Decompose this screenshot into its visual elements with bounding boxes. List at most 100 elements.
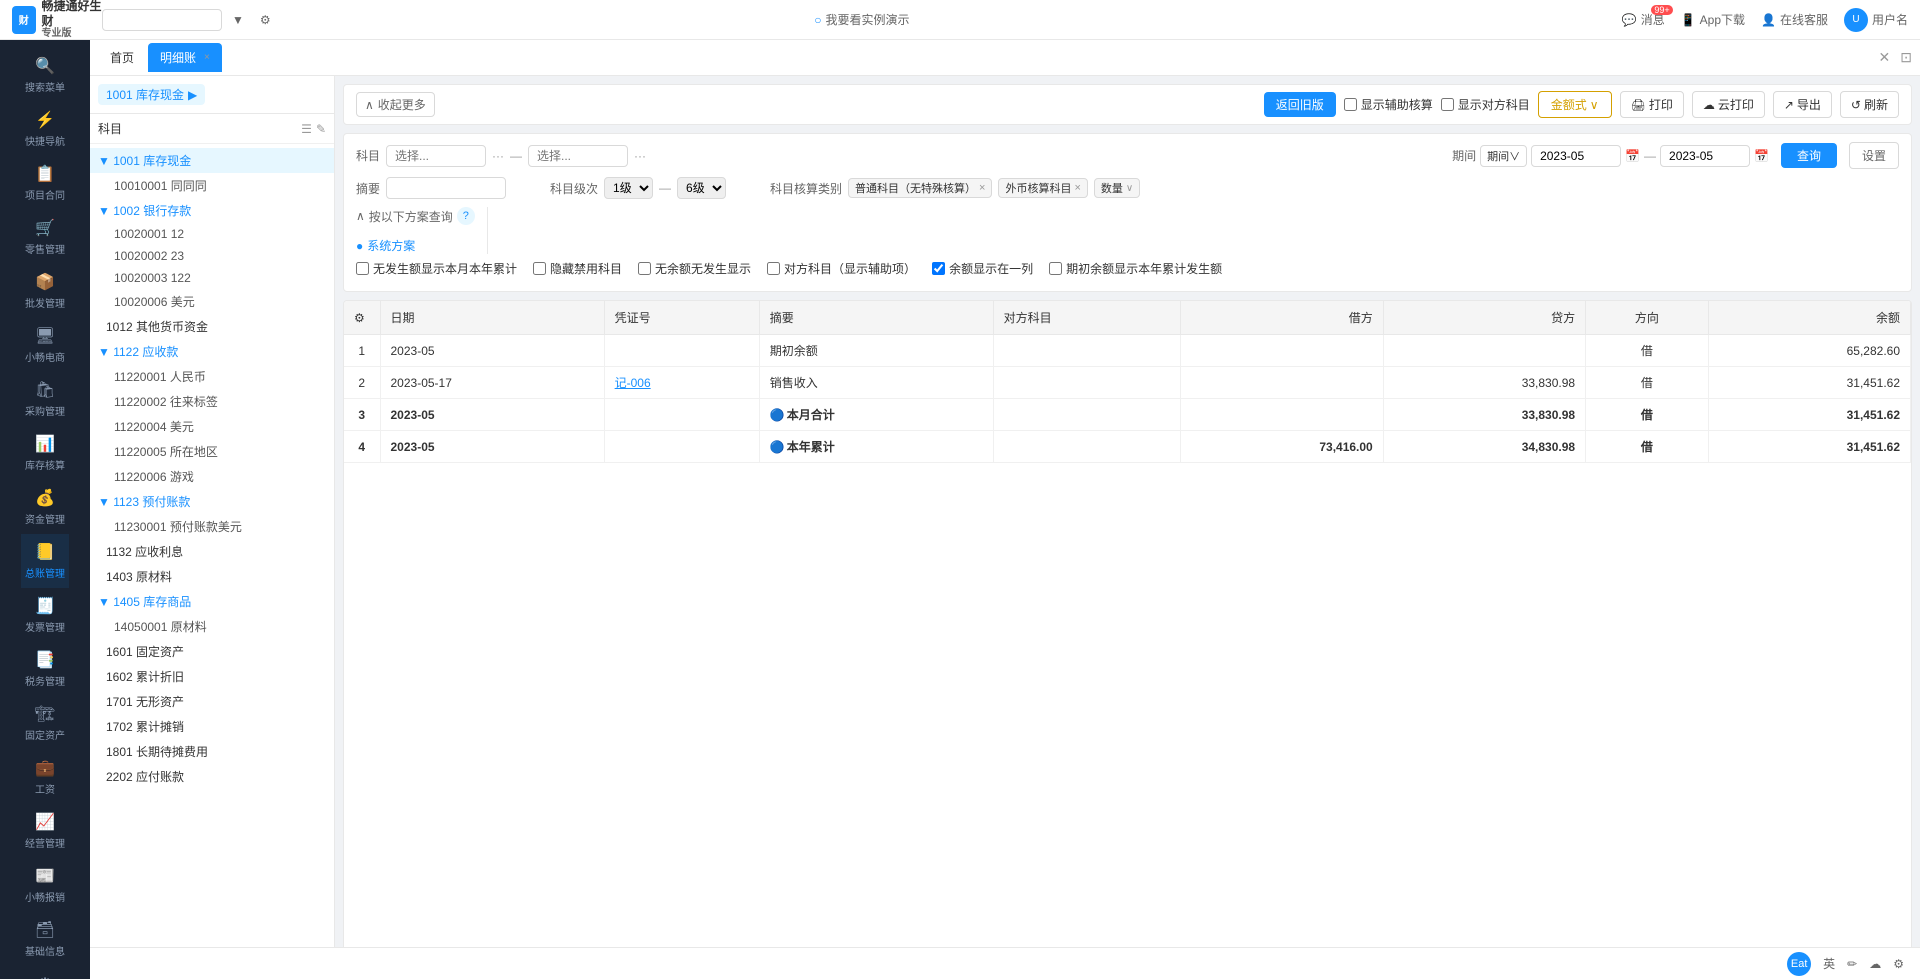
summary-input[interactable] (386, 177, 506, 199)
voucher-link-1[interactable]: 记-006 (615, 376, 651, 390)
tree-item-1002[interactable]: ▼ 1002 银行存款 (90, 198, 334, 223)
tree-item-1001[interactable]: ▼ 1001 库存现金 (90, 148, 334, 173)
tree-item-10010001[interactable]: 10010001 同同同 (90, 173, 334, 198)
level-from-select[interactable]: 1级2级3级 (604, 177, 653, 199)
subject-input2[interactable] (528, 145, 628, 167)
message-btn[interactable]: 💬 消息 99+ (1622, 11, 1665, 28)
category-tag2-close[interactable]: × (1074, 182, 1080, 194)
tree-item-1602[interactable]: 1602 累计折旧 (90, 664, 334, 689)
tree-item-14050001[interactable]: 14050001 原材料 (90, 614, 334, 639)
tabs-expand-btn[interactable]: ⊡ (1900, 49, 1912, 66)
sidebar-item-search[interactable]: 🔍 搜索菜单 (21, 48, 69, 102)
tree-item-10020001[interactable]: 10020001 12 (90, 223, 334, 245)
subject-more-btn2[interactable]: ··· (634, 149, 646, 163)
category-tag1-close[interactable]: × (979, 182, 985, 194)
sidebar-item-ledger[interactable]: 📒 总账管理 (21, 534, 69, 588)
tree-item-1701[interactable]: 1701 无形资产 (90, 689, 334, 714)
gold-mode-btn[interactable]: 金额式 ∨ (1538, 91, 1612, 118)
bottom-bar-edit-icon[interactable]: ✏ (1847, 957, 1857, 971)
settings-icon[interactable]: ⚙ (354, 311, 365, 325)
period-end-input[interactable] (1660, 145, 1750, 167)
tabs-close-all-btn[interactable]: ✕ (1879, 49, 1891, 66)
tree-item-11220002[interactable]: 11220002 往来标签 (90, 389, 334, 414)
sidebar-item-report[interactable]: 📰 小畅报销 (21, 858, 69, 912)
subject-input[interactable] (386, 145, 486, 167)
topbar-search-input[interactable] (102, 9, 222, 31)
period-type-btn[interactable]: 期间∨ (1480, 145, 1527, 167)
tree-item-2202[interactable]: 2202 应付账款 (90, 764, 334, 789)
tree-item-10020003[interactable]: 10020003 122 (90, 267, 334, 289)
checkbox-cb5[interactable]: 余额显示在一列 (932, 260, 1033, 277)
bottom-bar-cloud-icon[interactable]: ☁ (1869, 957, 1881, 971)
online-service-btn[interactable]: 👤 在线客服 (1761, 11, 1828, 28)
demo-btn[interactable]: ○ 我要看实例演示 (814, 11, 909, 28)
tab-close-icon[interactable]: × (204, 52, 210, 63)
collapse-btn[interactable]: ∧ 收起更多 (356, 92, 435, 117)
back-old-btn[interactable]: 返回旧版 (1264, 92, 1336, 117)
tree-item-1132[interactable]: 1132 应收利息 (90, 539, 334, 564)
sidebar-item-retail[interactable]: 🛒 零售管理 (21, 210, 69, 264)
show-opposite-checkbox[interactable]: 显示对方科目 (1441, 96, 1530, 113)
search-btn[interactable]: 查询 (1781, 143, 1837, 168)
tree-item-10020002[interactable]: 10020002 23 (90, 245, 334, 267)
tree-item-1123[interactable]: ▼ 1123 预付账款 (90, 489, 334, 514)
edit-icon[interactable]: ✎ (316, 122, 326, 136)
sidebar-item-assets[interactable]: 🏗 固定资产 (21, 696, 69, 750)
query-plan-help-icon[interactable]: ? (457, 207, 475, 225)
user-avatar-btn[interactable]: U 用户名 (1844, 8, 1908, 32)
tree-item-1122[interactable]: ▼ 1122 应收款 (90, 339, 334, 364)
checkbox-cb4[interactable]: 对方科目（显示辅助项） (767, 260, 916, 277)
level-to-select[interactable]: 6级5级4级 (677, 177, 726, 199)
quantity-tag-arrow[interactable]: ∨ (1126, 183, 1133, 194)
period-calendar-icon[interactable]: 📅 (1625, 149, 1640, 163)
tree-item-11230001[interactable]: 11230001 预付账款美元 (90, 514, 334, 539)
checkbox-cb1[interactable]: 无发生额显示本月本年累计 (356, 260, 517, 277)
subject-more-btn[interactable]: ··· (492, 149, 504, 163)
sidebar-item-base[interactable]: 🗃 基础信息 (21, 912, 69, 966)
sidebar-item-system[interactable]: ⚙ 系统管理 (21, 966, 69, 979)
sidebar-item-project[interactable]: 📋 项目合同 (21, 156, 69, 210)
topbar-dropdown-btn[interactable]: ▼ (226, 11, 250, 29)
sidebar-item-salary[interactable]: 💼 工资 (21, 750, 69, 804)
sidebar-item-inventory[interactable]: 📊 库存核算 (21, 426, 69, 480)
sidebar-item-ecommerce[interactable]: 🖥 小畅电商 (21, 318, 69, 372)
checkbox-cb3[interactable]: 无余额无发生显示 (638, 260, 751, 277)
th-settings[interactable]: ⚙ (344, 301, 380, 335)
tree-item-1012[interactable]: 1012 其他货币资金 (90, 314, 334, 339)
period-calendar-icon2[interactable]: 📅 (1754, 149, 1769, 163)
checkbox-cb2[interactable]: 隐藏禁用科目 (533, 260, 622, 277)
app-download-btn[interactable]: 📱 App下载 (1681, 11, 1745, 28)
tab-home[interactable]: 首页 (98, 43, 146, 72)
sidebar-item-shortcut[interactable]: ⚡ 快捷导航 (21, 102, 69, 156)
sidebar-item-wholesale[interactable]: 📦 批发管理 (21, 264, 69, 318)
tree-item-11220005[interactable]: 11220005 所在地区 (90, 439, 334, 464)
bottom-bar-settings-icon[interactable]: ⚙ (1893, 957, 1904, 971)
cell-voucher-1[interactable]: 记-006 (604, 367, 759, 399)
export-btn[interactable]: ↗ 导出 (1773, 91, 1832, 118)
tree-item-1403[interactable]: 1403 原材料 (90, 564, 334, 589)
tree-item-10020006[interactable]: 10020006 美元 (90, 289, 334, 314)
setting-btn[interactable]: 设置 (1849, 142, 1899, 169)
tree-item-11220001[interactable]: 11220001 人民币 (90, 364, 334, 389)
tree-item-1702[interactable]: 1702 累计摊销 (90, 714, 334, 739)
tree-item-11220006[interactable]: 11220006 游戏 (90, 464, 334, 489)
tab-detail[interactable]: 明细账 × (148, 43, 222, 72)
checkbox-cb6[interactable]: 期初余额显示本年累计发生额 (1049, 260, 1222, 277)
tree-item-1601[interactable]: 1601 固定资产 (90, 639, 334, 664)
system-plan-btn[interactable]: ● 系统方案 (356, 237, 415, 254)
period-start-input[interactable] (1531, 145, 1621, 167)
sidebar-item-purchase[interactable]: 🛍 采购管理 (21, 372, 69, 426)
list-icon[interactable]: ☰ (301, 122, 312, 136)
topbar-settings-btn[interactable]: ⚙ (254, 11, 277, 29)
cloud-print-btn[interactable]: ☁ 云打印 (1692, 91, 1765, 118)
sidebar-item-operation[interactable]: 📈 经营管理 (21, 804, 69, 858)
print-btn[interactable]: 🖨 打印 (1620, 91, 1684, 118)
tree-item-1405[interactable]: ▼ 1405 库存商品 (90, 589, 334, 614)
show-helper-checkbox[interactable]: 显示辅助核算 (1344, 96, 1433, 113)
sidebar-item-tax[interactable]: 📑 税务管理 (21, 642, 69, 696)
sidebar-item-capital[interactable]: 💰 资金管理 (21, 480, 69, 534)
refresh-btn[interactable]: ↺ 刷新 (1840, 91, 1899, 118)
tree-item-1801[interactable]: 1801 长期待摊费用 (90, 739, 334, 764)
tree-item-11220004[interactable]: 11220004 美元 (90, 414, 334, 439)
sidebar-item-invoice[interactable]: 🧾 发票管理 (21, 588, 69, 642)
